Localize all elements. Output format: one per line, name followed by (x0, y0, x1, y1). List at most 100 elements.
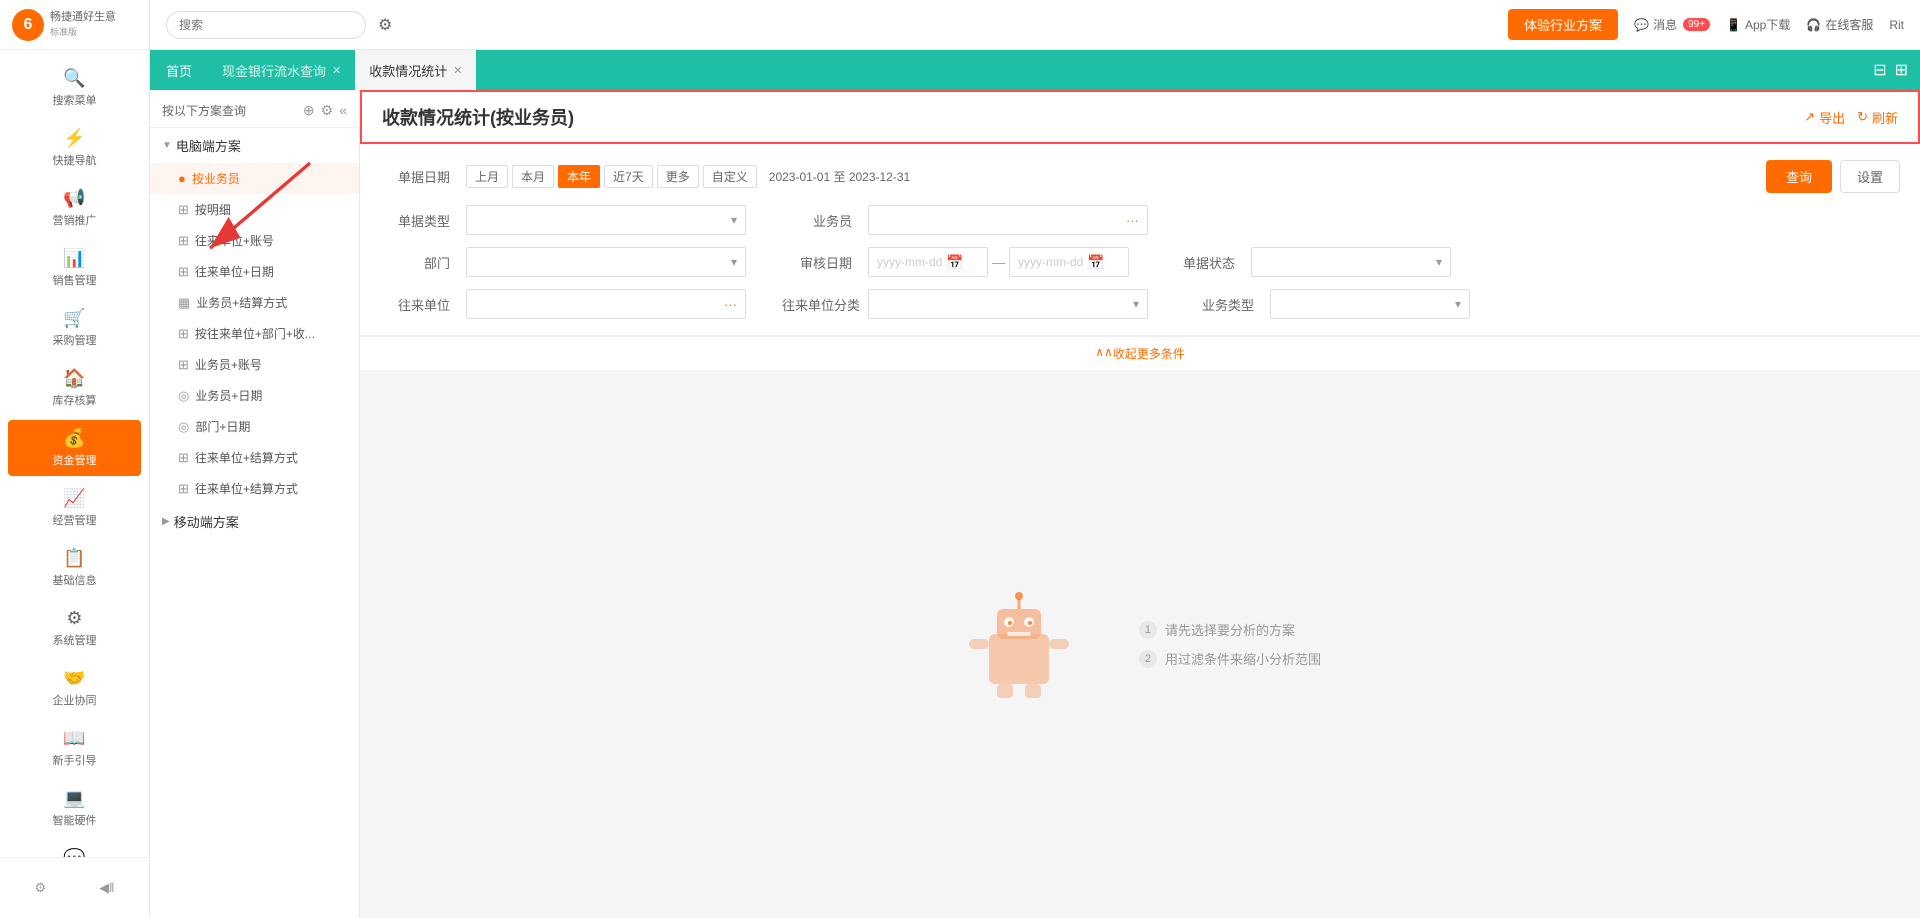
close-cash-flow-tab[interactable]: ✕ (332, 64, 341, 77)
scheme-group-mobile-header[interactable]: ▶ 移动端方案 (150, 504, 359, 539)
filter-row-4: 往来单位 ··· 往来单位分类 ▾ 业务类型 ▾ (380, 289, 1900, 319)
message-btn[interactable]: 💬 消息 99+ (1634, 16, 1710, 33)
service-icon: 🎧 (1806, 18, 1821, 32)
export-icon: ↗ (1804, 109, 1815, 125)
date-btn-7days[interactable]: 近7天 (604, 165, 653, 188)
scheme-item-salesman-date[interactable]: ◎ 业务员+日期 (150, 380, 359, 411)
sidebar-item-search[interactable]: 🔍 搜索菜单 (0, 58, 149, 118)
sidebar-item-basic[interactable]: 📋 基础信息 (0, 538, 149, 598)
review-date-end-icon[interactable]: 📅 (1087, 254, 1104, 271)
date-range-text: 2023-01-01 至 2023-12-31 (769, 168, 910, 185)
tab-home[interactable]: 首页 (150, 50, 208, 90)
top-gear-icon[interactable]: ⚙ (378, 15, 392, 35)
collab-icon: 🤝 (63, 668, 85, 689)
collapse-bar[interactable]: ∧∧ 收起更多条件 (360, 336, 1920, 370)
date-btn-this-month[interactable]: 本月 (512, 165, 554, 188)
tab-cash-flow[interactable]: 现金银行流水查询 ✕ (208, 50, 355, 90)
sidebar-item-sales[interactable]: 📊 销售管理 (0, 238, 149, 298)
dept-arrow-icon: ▾ (731, 255, 737, 269)
doc-type-select[interactable]: ▾ (466, 205, 746, 235)
app-download-btn[interactable]: 📱 App下载 (1726, 16, 1790, 33)
scheme-item-detail[interactable]: ⊞ 按明细 (150, 194, 359, 225)
management-icon: 📈 (63, 488, 85, 509)
sidebar-item-guide[interactable]: 📖 新手引导 (0, 718, 149, 778)
scheme-settings-icon[interactable]: ⚙ (321, 102, 334, 119)
query-btn[interactable]: 查询 (1766, 160, 1832, 193)
collapse-sidebar-btn[interactable]: ◀‖ (91, 872, 122, 904)
tab-collection-stats[interactable]: 收款情况统计 ✕ (355, 50, 476, 90)
scheme-item-partner-account[interactable]: ⊞ 往来单位+账号 (150, 225, 359, 256)
date-btn-last-month[interactable]: 上月 (466, 165, 508, 188)
review-date-end[interactable]: yyyy-mm-dd 📅 (1009, 247, 1129, 277)
sidebar-item-marketing[interactable]: 📢 营销推广 (0, 178, 149, 238)
review-date-start-icon[interactable]: 📅 (946, 254, 963, 271)
result-tips: 1 请先选择要分析的方案 2 用过滤条件来缩小分析范围 (1139, 620, 1321, 668)
review-date-label: 审核日期 (782, 253, 852, 272)
top-search-input[interactable] (166, 11, 366, 39)
scheme-active-icon: ● (178, 171, 186, 186)
export-btn[interactable]: ↗ 导出 (1804, 108, 1845, 127)
dept-label: 部门 (380, 253, 450, 272)
scheme-item-salesman-settle[interactable]: ▦ 业务员+结算方式 (150, 287, 359, 318)
biz-type-label: 业务类型 (1184, 295, 1254, 314)
review-date-start[interactable]: yyyy-mm-dd 📅 (868, 247, 988, 277)
tab-minimize-icon[interactable]: ⊟ (1873, 60, 1886, 80)
partner-more-btn[interactable]: ··· (724, 297, 737, 312)
settings-bottom-btn[interactable]: ⚙ (26, 872, 54, 904)
scheme-group-mobile: ▶ 移动端方案 (150, 504, 359, 539)
sidebar-item-wechat[interactable]: 💬 企业微信 (0, 838, 149, 857)
system-icon: ⚙ (66, 608, 82, 629)
scheme-item-partner-date[interactable]: ⊞ 往来单位+日期 (150, 256, 359, 287)
scheme-item-by-salesman[interactable]: ● 按业务员 (150, 163, 359, 194)
sidebar-item-hardware[interactable]: 💻 智能硬件 (0, 778, 149, 838)
scheme-item-partner-settle2[interactable]: ⊞ 往来单位+结算方式 (150, 473, 359, 504)
partner-type-label: 往来单位分类 (782, 295, 852, 314)
collapse-icon: ∧∧ (1095, 345, 1113, 362)
dept-select[interactable]: ▾ (466, 247, 746, 277)
partner-type-select[interactable]: ▾ (868, 289, 1148, 319)
refresh-icon: ↻ (1857, 109, 1868, 125)
salesman-select[interactable]: ··· (868, 205, 1148, 235)
collapse-panel-icon[interactable]: « (339, 102, 347, 119)
sidebar-item-finance[interactable]: 💰 资金管理 (8, 420, 141, 476)
sidebar-item-purchase[interactable]: 🛒 采购管理 (0, 298, 149, 358)
add-scheme-icon[interactable]: ⊕ (303, 102, 315, 119)
sidebar-item-inventory[interactable]: 🏠 库存核算 (0, 358, 149, 418)
scheme-icon-detail: ⊞ (178, 202, 189, 218)
sidebar-item-management[interactable]: 📈 经营管理 (0, 478, 149, 538)
refresh-btn[interactable]: ↻ 刷新 (1857, 108, 1898, 127)
tab-maximize-icon[interactable]: ⊞ (1895, 60, 1908, 80)
search-menu-icon: 🔍 (63, 68, 85, 89)
placeholder-illustration (959, 584, 1079, 704)
scheme-item-salesman-account[interactable]: ⊞ 业务员+账号 (150, 349, 359, 380)
biz-type-select[interactable]: ▾ (1270, 289, 1470, 319)
scheme-group-desktop-header[interactable]: ▼ 电脑端方案 (150, 128, 359, 163)
date-btn-custom[interactable]: 自定义 (703, 165, 757, 188)
user-name[interactable]: Rit (1889, 18, 1904, 32)
sidebar-item-system[interactable]: ⚙ 系统管理 (0, 598, 149, 658)
scheme-item-partner-settle1[interactable]: ⊞ 往来单位+结算方式 (150, 442, 359, 473)
partner-select[interactable]: ··· (466, 289, 746, 319)
date-btn-more[interactable]: 更多 (657, 165, 699, 188)
scheme-item-dept-date[interactable]: ◎ 部门+日期 (150, 411, 359, 442)
result-tip-2: 2 用过滤条件来缩小分析范围 (1139, 649, 1321, 668)
doc-type-label: 单据类型 (380, 211, 450, 230)
date-btn-this-year[interactable]: 本年 (558, 165, 600, 188)
setting-btn[interactable]: 设置 (1840, 160, 1900, 193)
filter-area: 单据日期 上月 本月 本年 近7天 更多 自定义 2023-01-01 至 20… (360, 144, 1920, 336)
partner-label: 往来单位 (380, 295, 450, 314)
filter-row-1: 单据日期 上月 本月 本年 近7天 更多 自定义 2023-01-01 至 20… (380, 160, 1900, 193)
salesman-label: 业务员 (782, 211, 852, 230)
sidebar-item-collab[interactable]: 🤝 企业协同 (0, 658, 149, 718)
scheme-icon-ss: ▦ (178, 295, 190, 311)
scheme-group-desktop: ▼ 电脑端方案 ● 按业务员 ⊞ 按明细 ⊞ 往 (150, 128, 359, 504)
sidebar-item-quick-nav[interactable]: ⚡ 快捷导航 (0, 118, 149, 178)
online-service-btn[interactable]: 🎧 在线客服 (1806, 16, 1873, 33)
scheme-item-partner-dept[interactable]: ⊞ 按往来单位+部门+收... (150, 318, 359, 349)
doc-status-select[interactable]: ▾ (1251, 247, 1451, 277)
salesman-more-btn[interactable]: ··· (1126, 213, 1139, 228)
finance-icon: 💰 (63, 428, 85, 449)
trial-btn[interactable]: 体验行业方案 (1508, 9, 1618, 40)
close-collection-stats-tab[interactable]: ✕ (453, 64, 462, 77)
page-body: 按以下方案查询 ⊕ ⚙ « ▼ 电脑端方案 (150, 90, 1920, 918)
